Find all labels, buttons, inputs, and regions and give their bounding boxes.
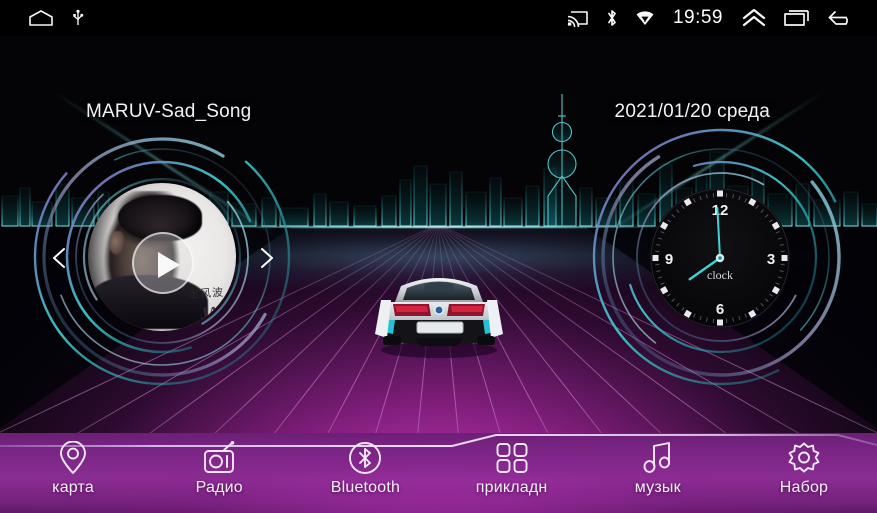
pearl-tower-icon bbox=[547, 94, 577, 227]
next-track-button[interactable] bbox=[254, 246, 278, 270]
nav-label-map: карта bbox=[52, 479, 94, 496]
apps-grid-icon bbox=[496, 443, 528, 473]
car-graphic bbox=[374, 278, 503, 358]
wifi-icon[interactable] bbox=[635, 9, 655, 27]
status-bar-clock: 19:59 bbox=[672, 7, 723, 28]
recents-icon[interactable] bbox=[783, 9, 811, 27]
nav-label-music: музык bbox=[634, 479, 681, 496]
clock-numeral-3: 3 bbox=[767, 251, 775, 268]
gear-icon bbox=[788, 442, 820, 473]
radio-icon bbox=[204, 441, 235, 473]
previous-track-button[interactable] bbox=[48, 246, 72, 270]
car-head-unit-home-screen: 19:59 MARUV-Sad_Song 2021/01/20 среда 定风… bbox=[0, 0, 877, 513]
bluetooth-icon bbox=[349, 442, 382, 474]
nav-label-radio: Радио bbox=[195, 479, 243, 496]
media-player-widget[interactable]: 定风波 JAY bbox=[18, 128, 308, 398]
nav-item-music[interactable]: музык bbox=[585, 441, 731, 497]
clock-numeral-6: 6 bbox=[716, 301, 724, 318]
play-button[interactable] bbox=[132, 232, 194, 294]
nav-item-radio[interactable]: Радио bbox=[146, 441, 292, 497]
album-art-ear bbox=[109, 231, 125, 255]
back-icon[interactable] bbox=[827, 9, 855, 27]
clock-numeral-9: 9 bbox=[665, 251, 673, 268]
play-icon bbox=[158, 252, 180, 278]
date-display: 2021/01/20 среда bbox=[614, 101, 770, 122]
bottom-navigation-bar: карта Радио Bluetooth прикладн музык Наб… bbox=[0, 433, 877, 513]
nav-item-map[interactable]: карта bbox=[0, 441, 146, 497]
nav-item-settings[interactable]: Набор bbox=[731, 441, 877, 497]
nav-item-list: карта Радио Bluetooth прикладн музык Наб… bbox=[0, 433, 877, 497]
nav-label-settings: Набор bbox=[779, 479, 829, 496]
clock-face-label: clock bbox=[707, 268, 733, 282]
bluetooth-icon[interactable] bbox=[605, 8, 619, 28]
nav-item-apps[interactable]: прикладн bbox=[439, 441, 585, 497]
music-note-icon bbox=[643, 442, 670, 473]
map-pin-icon bbox=[60, 441, 87, 474]
cast-icon[interactable] bbox=[567, 9, 589, 27]
album-art-artist-text: JAY bbox=[198, 301, 229, 324]
usb-icon bbox=[73, 9, 84, 25]
album-art-cn-text: 定风波 bbox=[187, 285, 225, 302]
nav-item-bluetooth[interactable]: Bluetooth bbox=[292, 441, 438, 497]
nav-label-bluetooth: Bluetooth bbox=[330, 479, 401, 496]
status-bar: 19:59 bbox=[0, 0, 877, 36]
nav-label-apps: прикладн bbox=[475, 479, 548, 496]
chevron-up-icon[interactable] bbox=[741, 8, 767, 28]
home-icon[interactable] bbox=[28, 9, 54, 27]
analog-clock-face: 12 3 6 9 clock bbox=[650, 188, 790, 328]
clock-numeral-12: 12 bbox=[712, 202, 729, 219]
now-playing-title: MARUV-Sad_Song bbox=[86, 101, 252, 122]
clock-widget[interactable]: 12 3 6 9 clock bbox=[575, 128, 865, 398]
